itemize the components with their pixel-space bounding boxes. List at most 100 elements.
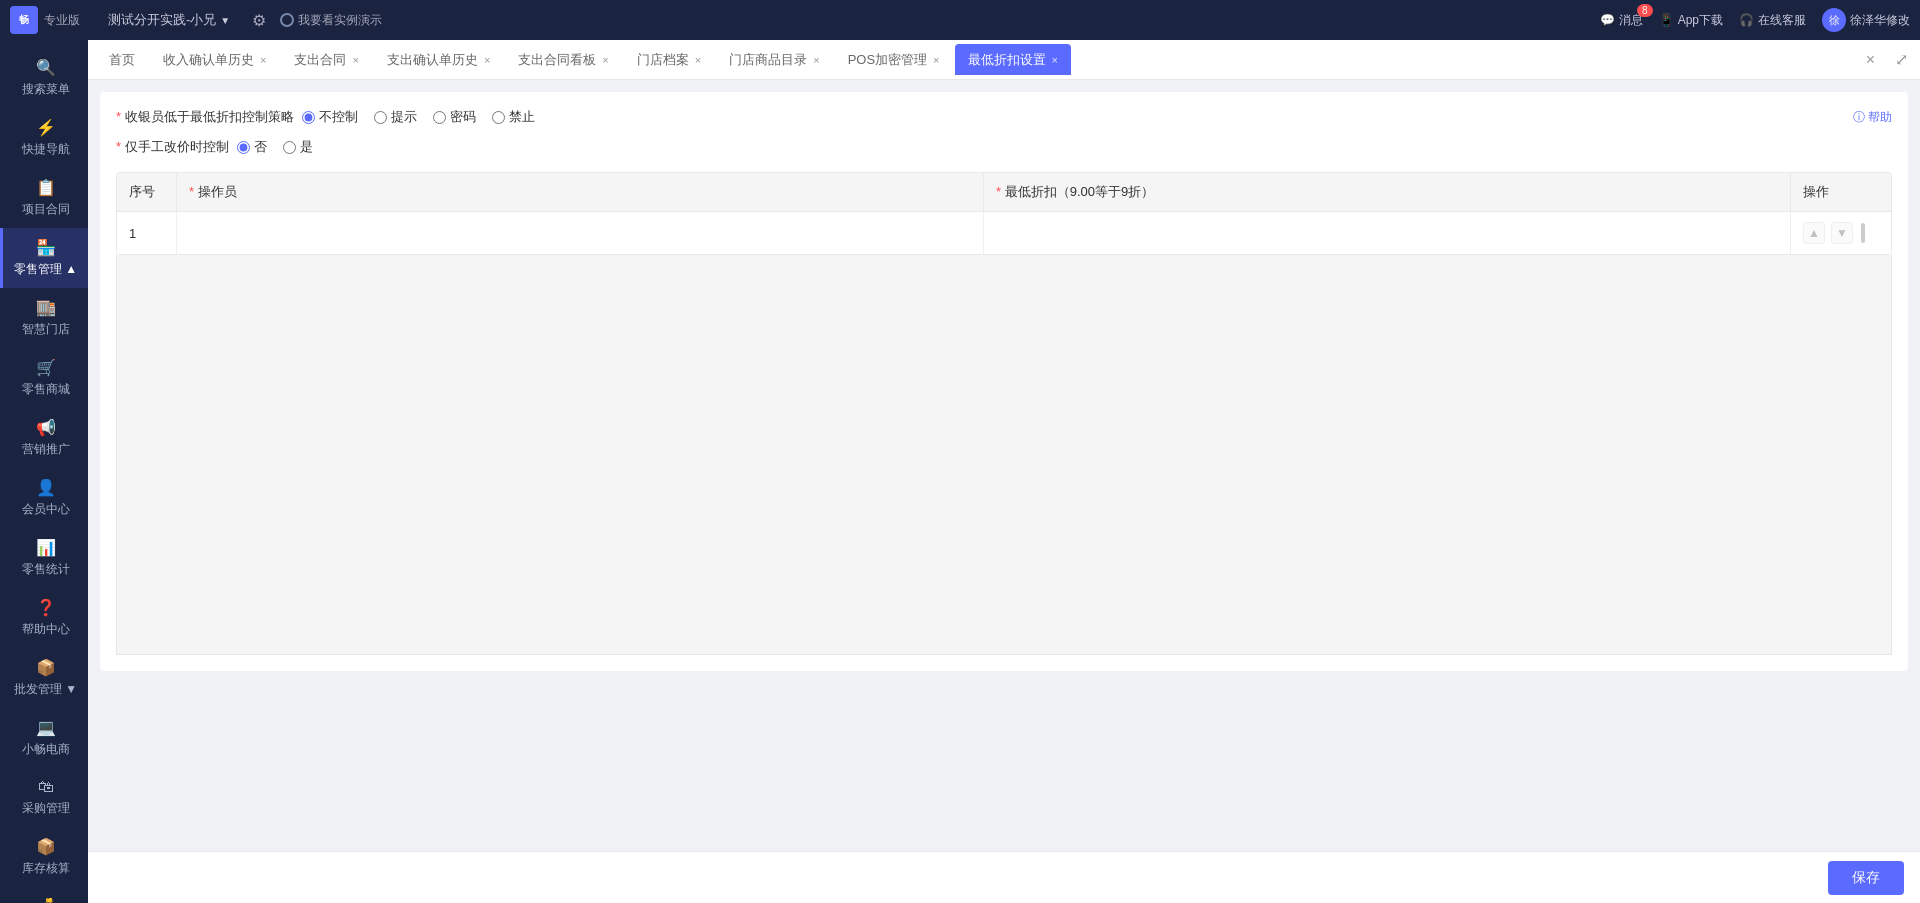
tab-income-history[interactable]: 收入确认单历史 × <box>150 44 279 75</box>
move-up-button[interactable]: ▲ <box>1803 222 1825 244</box>
option-label: 禁止 <box>509 108 535 126</box>
message-button[interactable]: 💬 消息 8 <box>1600 12 1643 29</box>
sidebar-item-online-store[interactable]: 🛒 零售商城 <box>0 348 88 408</box>
sidebar-item-wholesale[interactable]: 📦 批发管理 ▼ <box>0 648 88 708</box>
discount-strategy-label: 收银员低于最低折扣控制策略 <box>116 108 294 126</box>
help-circle-icon: ⓘ <box>1853 109 1865 126</box>
tab-label: POS加密管理 <box>848 51 927 69</box>
wholesale-icon: 📦 <box>36 658 56 677</box>
app-download-button[interactable]: 📱 App下载 <box>1659 12 1723 29</box>
radio-no-control[interactable] <box>302 111 315 124</box>
sidebar-item-label: 零售商城 <box>22 381 70 398</box>
sidebar-item-ecommerce[interactable]: 💻 小畅电商 <box>0 708 88 768</box>
tab-close-icon[interactable]: × <box>695 55 701 66</box>
tab-payment-board[interactable]: 支出合同看板 × <box>505 44 621 75</box>
radio-ban[interactable] <box>492 111 505 124</box>
option-password[interactable]: 密码 <box>433 108 476 126</box>
tab-store-file[interactable]: 门店档案 × <box>624 44 714 75</box>
tab-label: 门店商品目录 <box>729 51 807 69</box>
demo-link[interactable]: 我要看实例演示 <box>280 12 382 29</box>
page-content: 收银员低于最低折扣控制策略 不控制 提示 <box>88 80 1920 851</box>
discount-strategy-options: 不控制 提示 密码 禁 <box>302 108 535 126</box>
sidebar-item-label: 项目合同 <box>22 201 70 218</box>
sidebar-item-finance[interactable]: 💰 资金管理 <box>0 887 88 903</box>
manual-control-label: 仅手工改价时控制 <box>116 138 229 156</box>
help-button[interactable]: ⓘ 帮助 <box>1853 109 1892 126</box>
tab-close-icon[interactable]: × <box>352 55 358 66</box>
operator-discount-table: 序号 操作员 最低折扣（9.00等于9折） 操作 1 ▲ <box>116 172 1892 255</box>
move-down-button[interactable]: ▼ <box>1831 222 1853 244</box>
ecommerce-icon: 💻 <box>36 718 56 737</box>
option-prompt[interactable]: 提示 <box>374 108 417 126</box>
tab-home[interactable]: 首页 <box>96 44 148 75</box>
tab-close-icon[interactable]: × <box>602 55 608 66</box>
sidebar-item-marketing[interactable]: 📢 营销推广 <box>0 408 88 468</box>
message-badge: 8 <box>1637 4 1653 17</box>
expand-tabs-button[interactable]: ⤢ <box>1891 46 1912 73</box>
sidebar-item-member[interactable]: 👤 会员中心 <box>0 468 88 528</box>
project-name: 测试分开实践-小兄 <box>108 11 216 29</box>
sidebar-item-label: 营销推广 <box>22 441 70 458</box>
demo-circle-icon <box>280 13 294 27</box>
contract-icon: 📋 <box>36 178 56 197</box>
sidebar-item-inventory[interactable]: 📦 库存核算 <box>0 827 88 887</box>
tab-payment-contract[interactable]: 支出合同 × <box>281 44 371 75</box>
tab-close-icon[interactable]: × <box>484 55 490 66</box>
tab-label: 门店档案 <box>637 51 689 69</box>
tab-payment-history[interactable]: 支出确认单历史 × <box>374 44 503 75</box>
th-min-discount: 最低折扣（9.00等于9折） <box>984 173 1791 211</box>
sidebar-item-project[interactable]: 📋 项目合同 <box>0 168 88 228</box>
user-icon: 👤 <box>36 478 56 497</box>
option-no[interactable]: 否 <box>237 138 267 156</box>
tab-min-discount[interactable]: 最低折扣设置 × <box>955 44 1071 75</box>
option-label: 不控制 <box>319 108 358 126</box>
radio-password[interactable] <box>433 111 446 124</box>
sidebar-item-label: 小畅电商 <box>22 741 70 758</box>
tab-pos-password[interactable]: POS加密管理 × <box>835 44 953 75</box>
sidebar-item-label: 搜索菜单 <box>22 81 70 98</box>
sidebar-item-retail-stat[interactable]: 📊 零售统计 <box>0 528 88 588</box>
sidebar-item-retail[interactable]: 🏪 零售管理 ▲ <box>0 228 88 288</box>
radio-yes[interactable] <box>283 141 296 154</box>
radio-no[interactable] <box>237 141 250 154</box>
option-yes[interactable]: 是 <box>283 138 313 156</box>
tab-close-icon[interactable]: × <box>260 55 266 66</box>
option-label: 提示 <box>391 108 417 126</box>
tab-close-icon[interactable]: × <box>813 55 819 66</box>
retail-icon: 🏪 <box>36 238 56 257</box>
option-no-control[interactable]: 不控制 <box>302 108 358 126</box>
row-actions: ▲ ▼ <box>1803 222 1865 244</box>
option-label: 否 <box>254 138 267 156</box>
save-button[interactable]: 保存 <box>1828 861 1904 895</box>
finance-icon: 💰 <box>36 897 56 903</box>
online-service-button[interactable]: 🎧 在线客服 <box>1739 12 1806 29</box>
td-actions: ▲ ▼ <box>1791 212 1891 254</box>
marketing-icon: 📢 <box>36 418 56 437</box>
sidebar-item-search[interactable]: 🔍 搜索菜单 <box>0 48 88 108</box>
topbar-right: 💬 消息 8 📱 App下载 🎧 在线客服 徐 徐泽华修改 <box>1600 8 1910 32</box>
option-ban[interactable]: 禁止 <box>492 108 535 126</box>
store-icon: 🏬 <box>36 298 56 317</box>
drag-handle[interactable] <box>1861 223 1865 243</box>
th-actions: 操作 <box>1791 173 1891 211</box>
close-all-tabs-button[interactable]: × <box>1862 47 1879 73</box>
radio-prompt[interactable] <box>374 111 387 124</box>
user-menu[interactable]: 徐 徐泽华修改 <box>1822 8 1910 32</box>
project-selector[interactable]: 测试分开实践-小兄 ▼ <box>100 7 238 33</box>
sidebar-item-purchase[interactable]: 🛍 采购管理 <box>0 768 88 827</box>
td-min-discount <box>984 212 1791 254</box>
sidebar-item-label: 会员中心 <box>22 501 70 518</box>
tab-close-icon[interactable]: × <box>1052 55 1058 66</box>
tab-close-icon[interactable]: × <box>933 55 939 66</box>
tab-store-goods[interactable]: 门店商品目录 × <box>716 44 832 75</box>
sidebar-item-quicknav[interactable]: ⚡ 快捷导航 <box>0 108 88 168</box>
form-section: 收银员低于最低折扣控制策略 不控制 提示 <box>116 108 1892 156</box>
sidebar-item-help[interactable]: ❓ 帮助中心 <box>0 588 88 648</box>
settings-icon[interactable]: ⚙ <box>248 7 270 34</box>
topbar: 畅 专业版 测试分开实践-小兄 ▼ ⚙ 我要看实例演示 💬 消息 8 📱 App… <box>0 0 1920 40</box>
sidebar-item-smart-store[interactable]: 🏬 智慧门店 <box>0 288 88 348</box>
content-area: 首页 收入确认单历史 × 支出合同 × 支出确认单历史 × 支出合同看板 × 门… <box>88 40 1920 903</box>
tab-label: 首页 <box>109 51 135 69</box>
sidebar-item-label: 帮助中心 <box>22 621 70 638</box>
manual-control-options: 否 是 <box>237 138 313 156</box>
